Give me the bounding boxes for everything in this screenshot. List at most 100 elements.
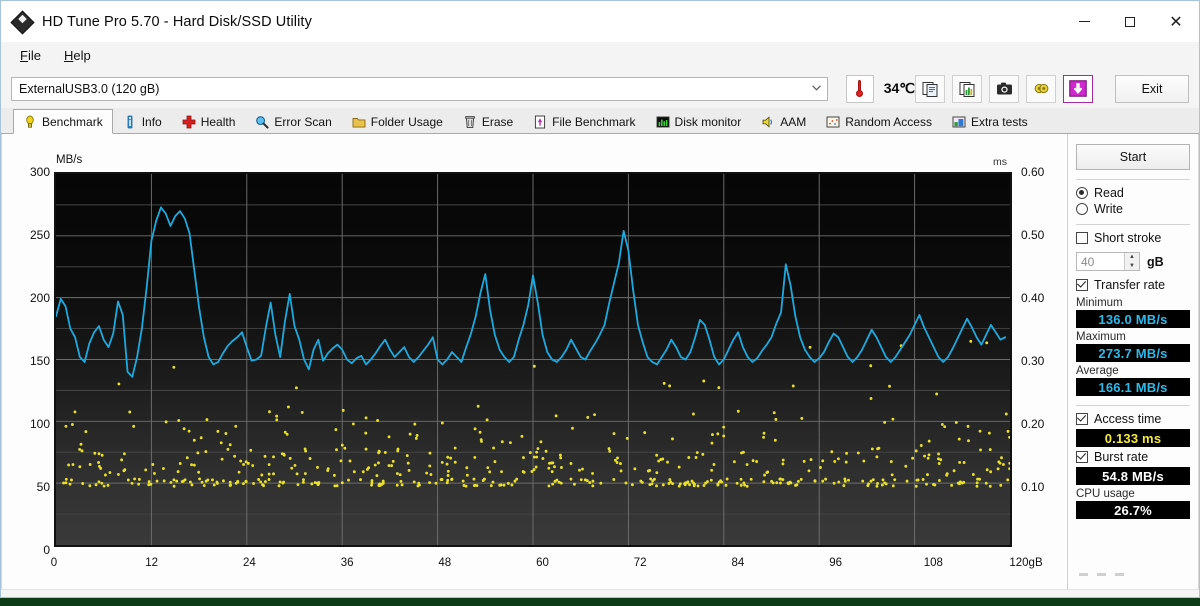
- exit-button[interactable]: Exit: [1115, 74, 1189, 103]
- menu-file[interactable]: File: [10, 45, 51, 66]
- bar-chart-icon: [656, 116, 669, 128]
- copy-chart-icon[interactable]: [952, 74, 982, 103]
- short-stroke-size-value: 40: [1081, 254, 1095, 269]
- access-time-value: 0.133 ms: [1104, 430, 1162, 446]
- tab-erase-label: Erase: [481, 115, 514, 129]
- lightbulb-icon: [26, 115, 34, 128]
- x-tick: 24: [242, 557, 256, 569]
- download-arrow-icon[interactable]: [1063, 74, 1093, 103]
- close-button[interactable]: ✕: [1153, 1, 1199, 42]
- tab-file-benchmark-label: File Benchmark: [552, 115, 636, 129]
- toolbar-buttons: [915, 74, 1093, 103]
- tab-benchmark[interactable]: Benchmark: [13, 109, 113, 134]
- close-icon: ✕: [1169, 11, 1183, 31]
- y2-tick: 0.20: [1021, 417, 1045, 431]
- tab-aam-label: AAM: [780, 115, 807, 129]
- y2-tick: 0.10: [1021, 480, 1045, 494]
- divider: [1076, 405, 1190, 406]
- checkbox-transfer-rate-icon: [1076, 279, 1088, 291]
- hdtune-window: HD Tune Pro 5.70 - Hard Disk/SSD Utility…: [0, 0, 1200, 598]
- spinner-down-icon[interactable]: ▼: [1125, 262, 1139, 271]
- file-chart-icon: [535, 115, 546, 129]
- burst-rate-value-box: 54.8 MB/s: [1076, 467, 1190, 485]
- checkbox-burst-rate-label: Burst rate: [1094, 450, 1149, 464]
- spinner-up-icon[interactable]: ▲: [1125, 253, 1139, 262]
- settings-gear-icon[interactable]: [1026, 74, 1056, 103]
- menu-help[interactable]: Help: [54, 45, 101, 66]
- y2-tick: 0.40: [1021, 291, 1045, 305]
- y-axis-unit-label: MB/s: [56, 154, 83, 166]
- maximize-button[interactable]: [1107, 1, 1153, 42]
- tab-disk-monitor-label: Disk monitor: [674, 115, 742, 129]
- panel-bottom-fragment: [1076, 573, 1190, 589]
- tab-error-scan[interactable]: Error Scan: [245, 109, 341, 134]
- y2-tick: 0.30: [1021, 354, 1045, 368]
- spinner-buttons[interactable]: ▲ ▼: [1124, 253, 1139, 270]
- benchmark-content: MB/s ms 300 250 200 150 100 50 0 0.60 0.…: [1, 134, 1199, 589]
- tab-extra-tests-label: Extra tests: [970, 115, 1028, 129]
- short-stroke-size-row: 40 ▲ ▼ gB: [1076, 252, 1190, 271]
- x-tick: 120gB: [1009, 557, 1043, 569]
- tab-health[interactable]: Health: [172, 109, 246, 134]
- minimum-value-box: 136.0 MB/s: [1076, 310, 1190, 328]
- plot-svg: [56, 174, 1010, 545]
- checkbox-short-stroke-icon: [1076, 232, 1088, 244]
- trash-icon: [465, 116, 475, 129]
- tab-file-benchmark[interactable]: File Benchmark: [523, 109, 645, 134]
- toolbar: ExternalUSB3.0 (120 gB) 34℃ Exit: [1, 69, 1199, 108]
- transfer-rate-plot: [54, 172, 1012, 547]
- average-label: Average: [1076, 365, 1119, 377]
- speaker-icon: [762, 116, 773, 128]
- tab-extra-tests[interactable]: Extra tests: [942, 109, 1038, 134]
- y-tick: 100: [29, 417, 50, 431]
- burst-rate-value: 54.8 MB/s: [1102, 468, 1164, 484]
- tab-health-label: Health: [200, 115, 236, 129]
- maximum-value-box: 273.7 MB/s: [1076, 344, 1190, 362]
- tab-erase[interactable]: Erase: [453, 109, 523, 134]
- tab-random-access[interactable]: Random Access: [816, 109, 942, 134]
- temperature-indicator: [845, 74, 874, 103]
- red-cross-icon: [182, 115, 196, 129]
- status-bar: [1, 589, 1199, 597]
- x-tick: 96: [829, 557, 842, 569]
- divider: [1076, 179, 1190, 180]
- menu-help-label: elp: [73, 48, 91, 63]
- checkbox-short-stroke[interactable]: Short stroke: [1076, 231, 1190, 245]
- tab-info[interactable]: Info: [113, 109, 172, 134]
- minimum-value: 136.0 MB/s: [1098, 311, 1168, 327]
- minimize-button[interactable]: [1061, 1, 1107, 42]
- grid-lines: [56, 174, 1010, 545]
- extra-chart-icon: [952, 116, 966, 128]
- x-tick: 0: [50, 557, 58, 569]
- device-select[interactable]: ExternalUSB3.0 (120 gB): [11, 76, 828, 101]
- maximum-value: 273.7 MB/s: [1098, 345, 1168, 361]
- thermometer-icon: [855, 80, 864, 97]
- checkbox-transfer-rate[interactable]: Transfer rate: [1076, 278, 1190, 292]
- divider: [1076, 224, 1190, 225]
- checkbox-access-time-icon: [1076, 413, 1088, 425]
- checkbox-burst-rate[interactable]: Burst rate: [1076, 450, 1190, 464]
- tab-strip: Benchmark Info Health Error Scan Folder …: [1, 108, 1199, 134]
- device-select-value: ExternalUSB3.0 (120 gB): [19, 81, 160, 96]
- menu-bar: File Help: [1, 42, 1199, 69]
- tab-folder-usage-label: Folder Usage: [370, 115, 443, 129]
- checkbox-access-time[interactable]: Access time: [1076, 412, 1190, 426]
- info-icon: [127, 115, 133, 129]
- tab-disk-monitor[interactable]: Disk monitor: [646, 109, 752, 134]
- x-tick: 36: [340, 557, 354, 569]
- tab-folder-usage[interactable]: Folder Usage: [342, 109, 453, 134]
- y2-tick: 0.60: [1021, 165, 1045, 179]
- tab-aam[interactable]: AAM: [751, 109, 816, 134]
- y-tick: 300: [29, 165, 50, 179]
- radio-read[interactable]: Read: [1076, 186, 1190, 200]
- folder-icon: [352, 118, 366, 128]
- radio-write[interactable]: Write: [1076, 202, 1190, 216]
- short-stroke-size-input[interactable]: 40 ▲ ▼: [1076, 252, 1140, 271]
- copy-info-icon[interactable]: [915, 74, 945, 103]
- maximum-label: Maximum: [1076, 331, 1126, 343]
- start-button[interactable]: Start: [1076, 144, 1190, 170]
- benchmark-chart-area: MB/s ms 300 250 200 150 100 50 0 0.60 0.…: [2, 134, 1067, 589]
- short-stroke-unit-label: gB: [1147, 254, 1164, 269]
- radio-write-icon: [1076, 203, 1088, 215]
- screenshot-camera-icon[interactable]: [989, 74, 1019, 103]
